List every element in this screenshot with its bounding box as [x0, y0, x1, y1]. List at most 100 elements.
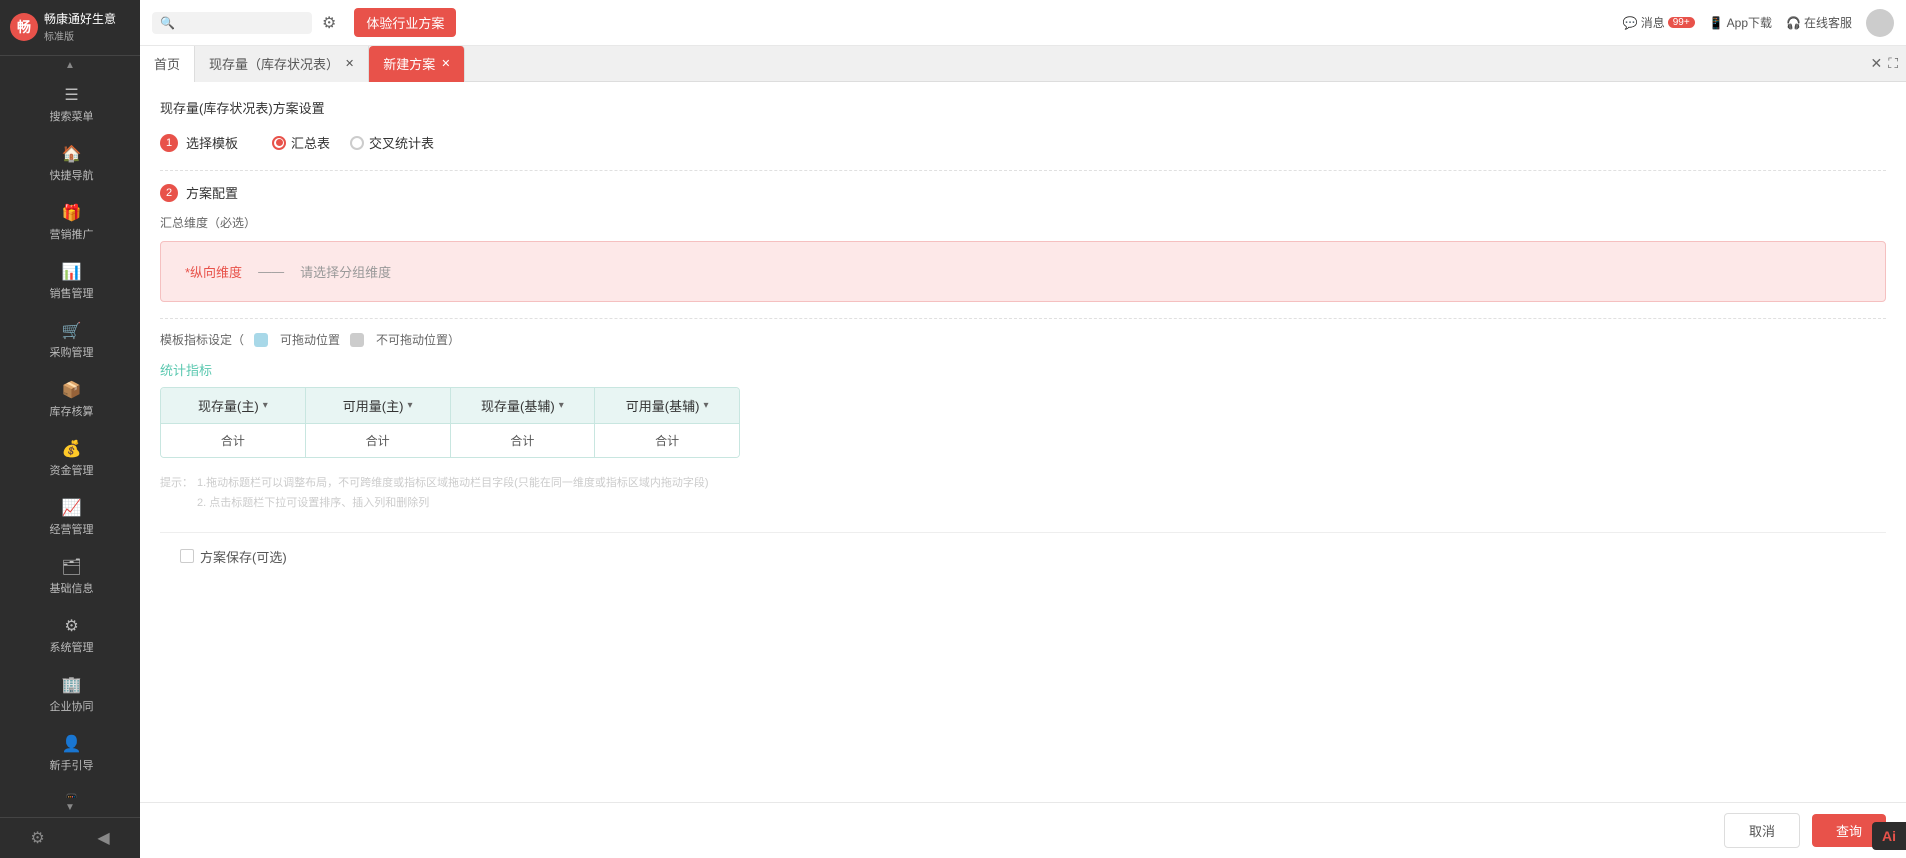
tab-new-plan-close[interactable]: ✕ — [441, 57, 450, 70]
message-badge: 99+ — [1668, 17, 1695, 28]
divider2 — [160, 318, 1886, 319]
indicator-unmovable-label: 不可拖动位置） — [376, 331, 460, 348]
tab-new-plan[interactable]: 新建方案 ✕ — [369, 46, 465, 82]
sidebar-item-sales[interactable]: 📊 销售管理 — [0, 252, 140, 311]
sidebar-item-label: 采购管理 — [50, 344, 94, 360]
stats-col-inventory-aux-chevron[interactable]: ▾ — [559, 400, 564, 411]
sidebar-item-basic-info[interactable]: 🗂 基础信息 — [0, 547, 140, 606]
tab-inventory-status-label: 现存量（库存状况表） — [209, 54, 339, 73]
tab-inventory-status[interactable]: 现存量（库存状况表） ✕ — [195, 46, 369, 82]
sidebar-item-label: 企业协同 — [50, 698, 94, 714]
system-icon: ⚙ — [64, 616, 78, 636]
dimension-dash: —— — [258, 264, 284, 279]
sidebar-item-company[interactable]: 🏢 企业协同 — [0, 665, 140, 724]
sidebar-scroll-up[interactable]: ▲ — [0, 56, 140, 75]
dimension-area[interactable]: *纵向维度 —— 请选择分组维度 — [160, 241, 1886, 302]
radio-summary[interactable]: 汇总表 — [272, 133, 330, 152]
sidebar-item-app-center[interactable]: 📱 应用中心 — [0, 783, 140, 798]
save-checkbox[interactable] — [180, 549, 194, 563]
stats-cell-3: 合计 — [595, 424, 739, 457]
sidebar-item-label: 营销推广 — [50, 226, 94, 242]
message-button[interactable]: 💬 消息 99+ — [1623, 14, 1695, 31]
step2-header: 2 方案配置 — [160, 183, 1886, 202]
sidebar-nav: ☰ 搜索菜单 🏠 快捷导航 🎁 营销推广 📊 销售管理 🛒 采购管理 📦 库存核… — [0, 75, 140, 798]
divider1 — [160, 170, 1886, 171]
stats-col-available-main[interactable]: 可用量(主) ▾ — [306, 388, 451, 423]
sidebar-bottom: ⚙ ◀ — [0, 817, 140, 858]
save-option-label: 方案保存(可选) — [200, 547, 287, 566]
sidebar-item-label: 库存核算 — [50, 403, 94, 419]
collapse-icon[interactable]: ◀ — [97, 828, 109, 848]
tab-inventory-status-close[interactable]: ✕ — [345, 57, 354, 70]
stats-col-available-main-label: 可用量(主) — [343, 396, 404, 415]
stats-table-header: 现存量(主) ▾ 可用量(主) ▾ 现存量(基辅) ▾ — [161, 388, 739, 423]
settings-icon[interactable]: ⚙ — [30, 828, 44, 848]
sidebar-item-finance[interactable]: 💰 资金管理 — [0, 429, 140, 488]
step1-header: 1 选择模板 汇总表 交叉统计表 — [160, 133, 1886, 152]
search-input[interactable] — [179, 16, 299, 30]
inventory-icon: 📦 — [62, 380, 82, 400]
radio-cross[interactable]: 交叉统计表 — [350, 133, 434, 152]
dimension-required-label: *纵向维度 — [185, 262, 242, 281]
tab-home-label: 首页 — [154, 54, 180, 73]
topbar: 🔍 ⚙ 体验行业方案 💬 消息 99+ 📱 App下载 🎧 在线客服 — [140, 0, 1906, 46]
app-download-label: App下载 — [1727, 14, 1772, 31]
ai-badge[interactable]: Ai — [1872, 822, 1906, 850]
step2-section: 2 方案配置 汇总维度（必选） *纵向维度 —— 请选择分组维度 模板指标设定（ — [160, 183, 1886, 514]
stats-title: 统计指标 — [160, 360, 1886, 379]
sidebar-scroll-down[interactable]: ▼ — [0, 798, 140, 817]
search-menu-icon: ☰ — [64, 85, 78, 105]
settings-panel: 现存量(库存状况表)方案设置 1 选择模板 汇总表 — [140, 82, 1906, 802]
sidebar-item-system[interactable]: ⚙ 系统管理 — [0, 606, 140, 665]
industry-plan-button[interactable]: 体验行业方案 — [354, 8, 456, 37]
tip-prefix-1: 提示： — [160, 474, 193, 494]
tab-expand-icon[interactable]: ⛶ — [1888, 55, 1898, 72]
logo-icon: 畅 — [10, 13, 38, 41]
cancel-button[interactable]: 取消 — [1724, 813, 1800, 848]
sidebar-item-search-menu[interactable]: ☰ 搜索菜单 — [0, 75, 140, 134]
sidebar-item-operations[interactable]: 📈 经营管理 — [0, 488, 140, 547]
save-option-area: 方案保存(可选) — [160, 532, 1886, 580]
online-service-button[interactable]: 🎧 在线客服 — [1786, 14, 1852, 31]
sidebar-item-purchase[interactable]: 🛒 采购管理 — [0, 311, 140, 370]
main-area: 🔍 ⚙ 体验行业方案 💬 消息 99+ 📱 App下载 🎧 在线客服 — [140, 0, 1906, 858]
stats-col-inventory-aux[interactable]: 现存量(基辅) ▾ — [451, 388, 596, 423]
sidebar-logo: 畅 畅康通好生意 标准版 — [0, 0, 140, 56]
stats-col-inventory-aux-label: 现存量(基辅) — [481, 396, 555, 415]
step1-title: 选择模板 — [186, 133, 238, 152]
sidebar-item-label: 经营管理 — [50, 521, 94, 537]
tips-section: 提示： 1.拖动标题栏可以调整布局，不可跨维度或指标区域拖动栏目字段(只能在同一… — [160, 474, 1886, 514]
gear-icon[interactable]: ⚙ — [322, 13, 336, 33]
action-bar: 取消 查询 — [140, 802, 1906, 858]
app-name: 畅康通好生意 — [44, 12, 116, 28]
stats-col-available-aux[interactable]: 可用量(基辅) ▾ — [595, 388, 739, 423]
sidebar-item-marketing[interactable]: 🎁 营销推广 — [0, 193, 140, 252]
stats-col-inventory-main[interactable]: 现存量(主) ▾ — [161, 388, 306, 423]
search-icon: 🔍 — [160, 16, 175, 30]
stats-cell-1: 合计 — [306, 424, 451, 457]
topbar-right: 💬 消息 99+ 📱 App下载 🎧 在线客服 — [1623, 9, 1894, 37]
sidebar-item-quick-nav[interactable]: 🏠 快捷导航 — [0, 134, 140, 193]
indicator-settings-label: 模板指标设定（ — [160, 331, 244, 348]
radio-cross-circle — [350, 136, 364, 150]
topbar-search-area: 🔍 — [152, 12, 312, 34]
tab-new-plan-label: 新建方案 — [383, 54, 435, 73]
stats-section: 统计指标 现存量(主) ▾ 可用量(主) ▾ — [160, 360, 1886, 458]
tab-home[interactable]: 首页 — [140, 46, 195, 82]
sidebar-item-label: 销售管理 — [50, 285, 94, 301]
service-label: 在线客服 — [1804, 14, 1852, 31]
app-download-button[interactable]: 📱 App下载 — [1709, 14, 1772, 31]
stats-col-inventory-main-chevron[interactable]: ▾ — [263, 400, 268, 411]
stats-col-available-main-chevron[interactable]: ▾ — [407, 400, 412, 411]
message-icon: 💬 — [1623, 16, 1638, 30]
sidebar-item-inventory[interactable]: 📦 库存核算 — [0, 370, 140, 429]
user-avatar[interactable] — [1866, 9, 1894, 37]
stats-col-available-aux-chevron[interactable]: ▾ — [703, 400, 708, 411]
step1-badge: 1 — [160, 134, 178, 152]
sidebar-item-newbie[interactable]: 👤 新手引导 — [0, 724, 140, 783]
tab-close-icon[interactable]: ✕ — [1870, 55, 1882, 72]
tip-line-1: 提示： 1.拖动标题栏可以调整布局，不可跨维度或指标区域拖动栏目字段(只能在同一… — [160, 474, 1886, 494]
basic-info-icon: 🗂 — [61, 557, 81, 577]
movable-indicator-badge — [254, 333, 268, 347]
sidebar-item-label: 快捷导航 — [50, 167, 94, 183]
